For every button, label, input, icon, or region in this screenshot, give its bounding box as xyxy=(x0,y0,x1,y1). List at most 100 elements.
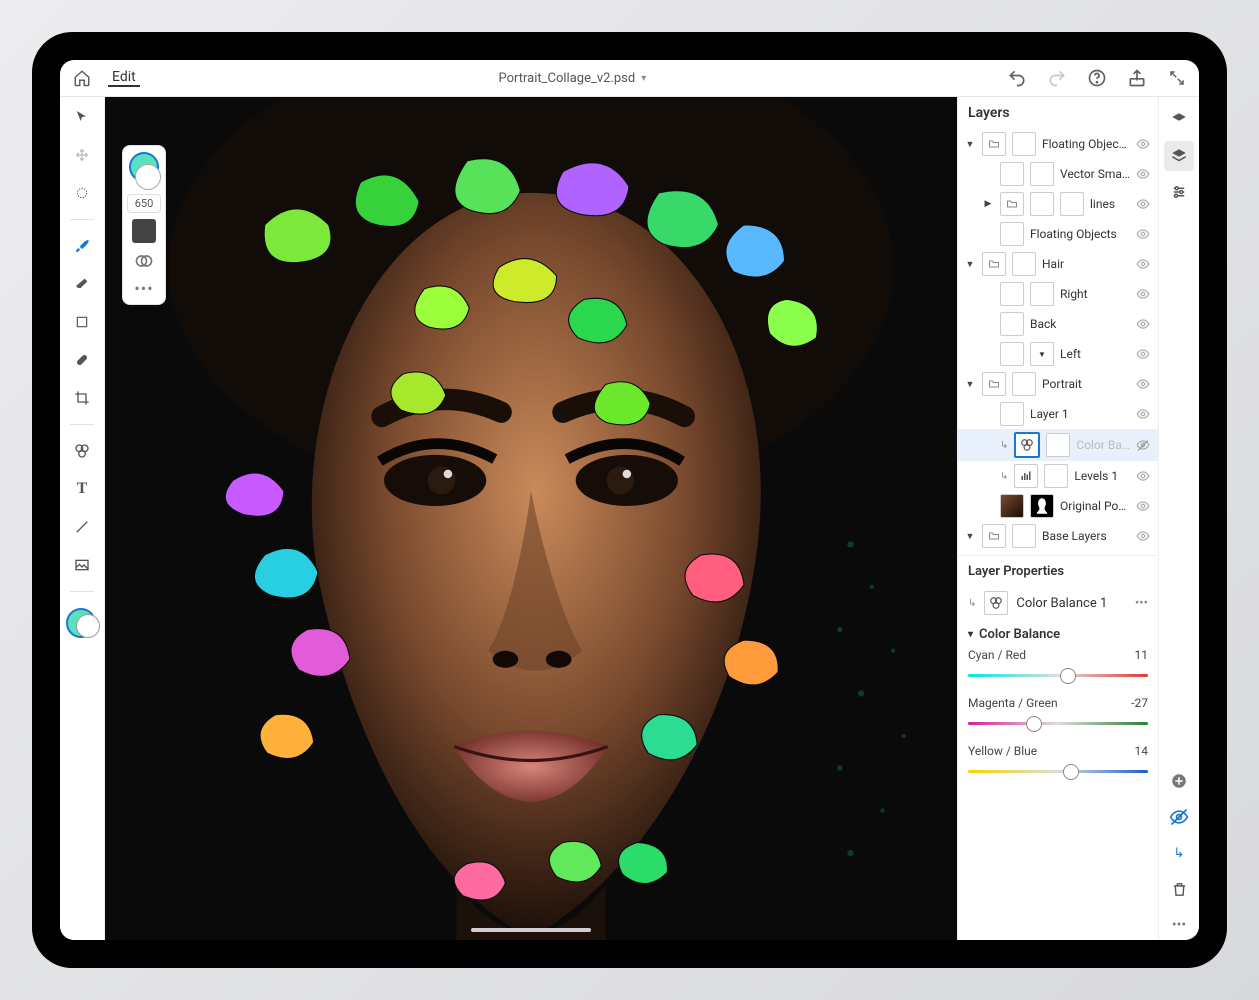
layer-row[interactable]: ▼ Left xyxy=(958,339,1158,369)
left-toolbar: T xyxy=(60,97,105,940)
disclosure-icon[interactable]: ▼ xyxy=(964,259,976,270)
lasso-tool[interactable] xyxy=(68,179,96,207)
chevron-down-icon[interactable]: ▾ xyxy=(641,73,646,84)
eraser-tool[interactable] xyxy=(68,270,96,298)
visibility-toggle[interactable] xyxy=(1136,529,1152,543)
layer-row[interactable]: ↳Levels 1 xyxy=(958,461,1158,491)
layer-thumb xyxy=(1012,372,1036,396)
adjustments-rail-icon[interactable] xyxy=(1164,177,1194,207)
color-balance-slider[interactable]: Cyan / Red 11 xyxy=(958,644,1158,692)
selected-layer-row: ↳ Color Balance 1 ••• xyxy=(958,587,1158,619)
layer-thumb xyxy=(1014,432,1040,458)
layers-list: ▼ Floating Objects (alway… Vector Smart… ▶ l… xyxy=(958,129,1158,556)
layer-thumb xyxy=(1012,524,1036,548)
help-icon[interactable] xyxy=(1085,66,1109,90)
fullscreen-icon[interactable] xyxy=(1165,66,1189,90)
layer-thumb xyxy=(1012,132,1036,156)
disclosure-icon[interactable]: ▼ xyxy=(964,531,976,542)
layer-label: Portrait xyxy=(1042,377,1130,391)
layer-row[interactable]: ▼Hair xyxy=(958,249,1158,279)
layers-panel-title: Layers xyxy=(958,97,1158,129)
brush-blend-icon[interactable] xyxy=(132,249,156,273)
layer-thumb xyxy=(1000,494,1024,518)
visibility-toggle[interactable] xyxy=(1136,257,1152,271)
color-balance-slider[interactable]: Yellow / Blue14 xyxy=(958,740,1158,788)
layer-thumb xyxy=(1014,464,1038,488)
more-icon[interactable]: ••• xyxy=(1135,596,1148,611)
layer-row[interactable]: ▼ Floating Objects (alway… xyxy=(958,129,1158,159)
slider-label: Magenta / Green xyxy=(968,696,1058,710)
layer-thumb xyxy=(1000,402,1024,426)
more-rail-icon[interactable]: ••• xyxy=(1164,910,1194,940)
slider-label: Cyan / Red xyxy=(968,648,1026,662)
image-tool[interactable] xyxy=(68,551,96,579)
redo-button[interactable] xyxy=(1045,66,1069,90)
layer-row[interactable]: Right xyxy=(958,279,1158,309)
visibility-rail-icon[interactable] xyxy=(1164,802,1194,832)
slider-value: 11 xyxy=(1135,648,1149,662)
canvas[interactable] xyxy=(105,97,957,940)
foreground-background-color[interactable] xyxy=(66,604,98,642)
layer-row[interactable]: Floating Objects xyxy=(958,219,1158,249)
visibility-toggle[interactable] xyxy=(1136,287,1152,301)
visibility-toggle[interactable] xyxy=(1136,317,1152,331)
color-balance-slider[interactable]: Magenta / Green-27 xyxy=(958,692,1158,740)
layer-row[interactable]: ▼Base Layers xyxy=(958,521,1158,551)
layer-row[interactable]: ▶ lines xyxy=(958,189,1158,219)
layer-row[interactable]: Original Portr… xyxy=(958,491,1158,521)
layer-label: lines xyxy=(1090,197,1130,211)
visibility-toggle[interactable] xyxy=(1136,499,1152,513)
chevron-down-icon: ▾ xyxy=(968,629,973,640)
layer-properties-title: Layer Properties xyxy=(958,556,1158,587)
edit-menu[interactable]: Edit xyxy=(108,69,140,87)
layer-thumb: ▼ xyxy=(1030,342,1054,366)
brush-tool[interactable] xyxy=(68,232,96,260)
document-title[interactable]: Portrait_Collage_v2.psd xyxy=(498,71,635,86)
heal-tool[interactable] xyxy=(68,346,96,374)
add-layer-icon[interactable] xyxy=(1164,766,1194,796)
layer-label: Levels 1 xyxy=(1074,469,1130,483)
visibility-toggle[interactable] xyxy=(1136,197,1152,211)
share-icon[interactable] xyxy=(1125,66,1149,90)
layer-row[interactable]: Vector Smart… xyxy=(958,159,1158,189)
layer-thumb xyxy=(1030,192,1054,216)
line-tool[interactable] xyxy=(68,513,96,541)
artwork-portrait xyxy=(105,97,957,940)
layer-row[interactable]: Layer 1 xyxy=(958,399,1158,429)
crop-tool[interactable] xyxy=(68,384,96,412)
visibility-toggle[interactable] xyxy=(1136,227,1152,241)
brush-color-swatch[interactable] xyxy=(129,152,159,188)
transform-tool[interactable] xyxy=(68,141,96,169)
layer-label: Left xyxy=(1060,347,1130,361)
layer-row[interactable]: ↳Color Balan… xyxy=(958,429,1158,461)
visibility-toggle[interactable] xyxy=(1136,438,1152,452)
tool-options-panel: 650 ••• xyxy=(122,145,166,305)
more-options-icon[interactable]: ••• xyxy=(134,279,153,298)
delete-rail-icon[interactable] xyxy=(1164,874,1194,904)
disclosure-icon[interactable]: ▶ xyxy=(982,199,994,209)
home-icon[interactable] xyxy=(70,66,94,90)
visibility-toggle[interactable] xyxy=(1136,347,1152,361)
fill-tool[interactable] xyxy=(68,308,96,336)
layer-label: Floating Objects (alway… xyxy=(1042,137,1130,151)
layer-stack-rail-icon[interactable] xyxy=(1164,141,1194,171)
visibility-toggle[interactable] xyxy=(1136,469,1152,483)
visibility-toggle[interactable] xyxy=(1136,137,1152,151)
brush-size-input[interactable]: 650 xyxy=(127,194,161,213)
brush-hardness-swatch[interactable] xyxy=(132,219,156,243)
visibility-toggle[interactable] xyxy=(1136,167,1152,181)
type-tool[interactable]: T xyxy=(68,475,96,503)
clip-rail-icon[interactable]: ↳ xyxy=(1164,838,1194,868)
shape-tool[interactable] xyxy=(68,437,96,465)
disclosure-icon[interactable]: ▼ xyxy=(964,139,976,150)
visibility-toggle[interactable] xyxy=(1136,407,1152,421)
layers-rail-icon[interactable] xyxy=(1164,105,1194,135)
undo-button[interactable] xyxy=(1005,66,1029,90)
color-balance-section[interactable]: ▾ Color Balance xyxy=(958,619,1158,644)
layer-row[interactable]: Back xyxy=(958,309,1158,339)
layer-thumb xyxy=(1046,433,1070,457)
visibility-toggle[interactable] xyxy=(1136,377,1152,391)
disclosure-icon[interactable]: ▼ xyxy=(964,379,976,390)
layer-row[interactable]: ▼ Portrait xyxy=(958,369,1158,399)
move-tool[interactable] xyxy=(68,103,96,131)
